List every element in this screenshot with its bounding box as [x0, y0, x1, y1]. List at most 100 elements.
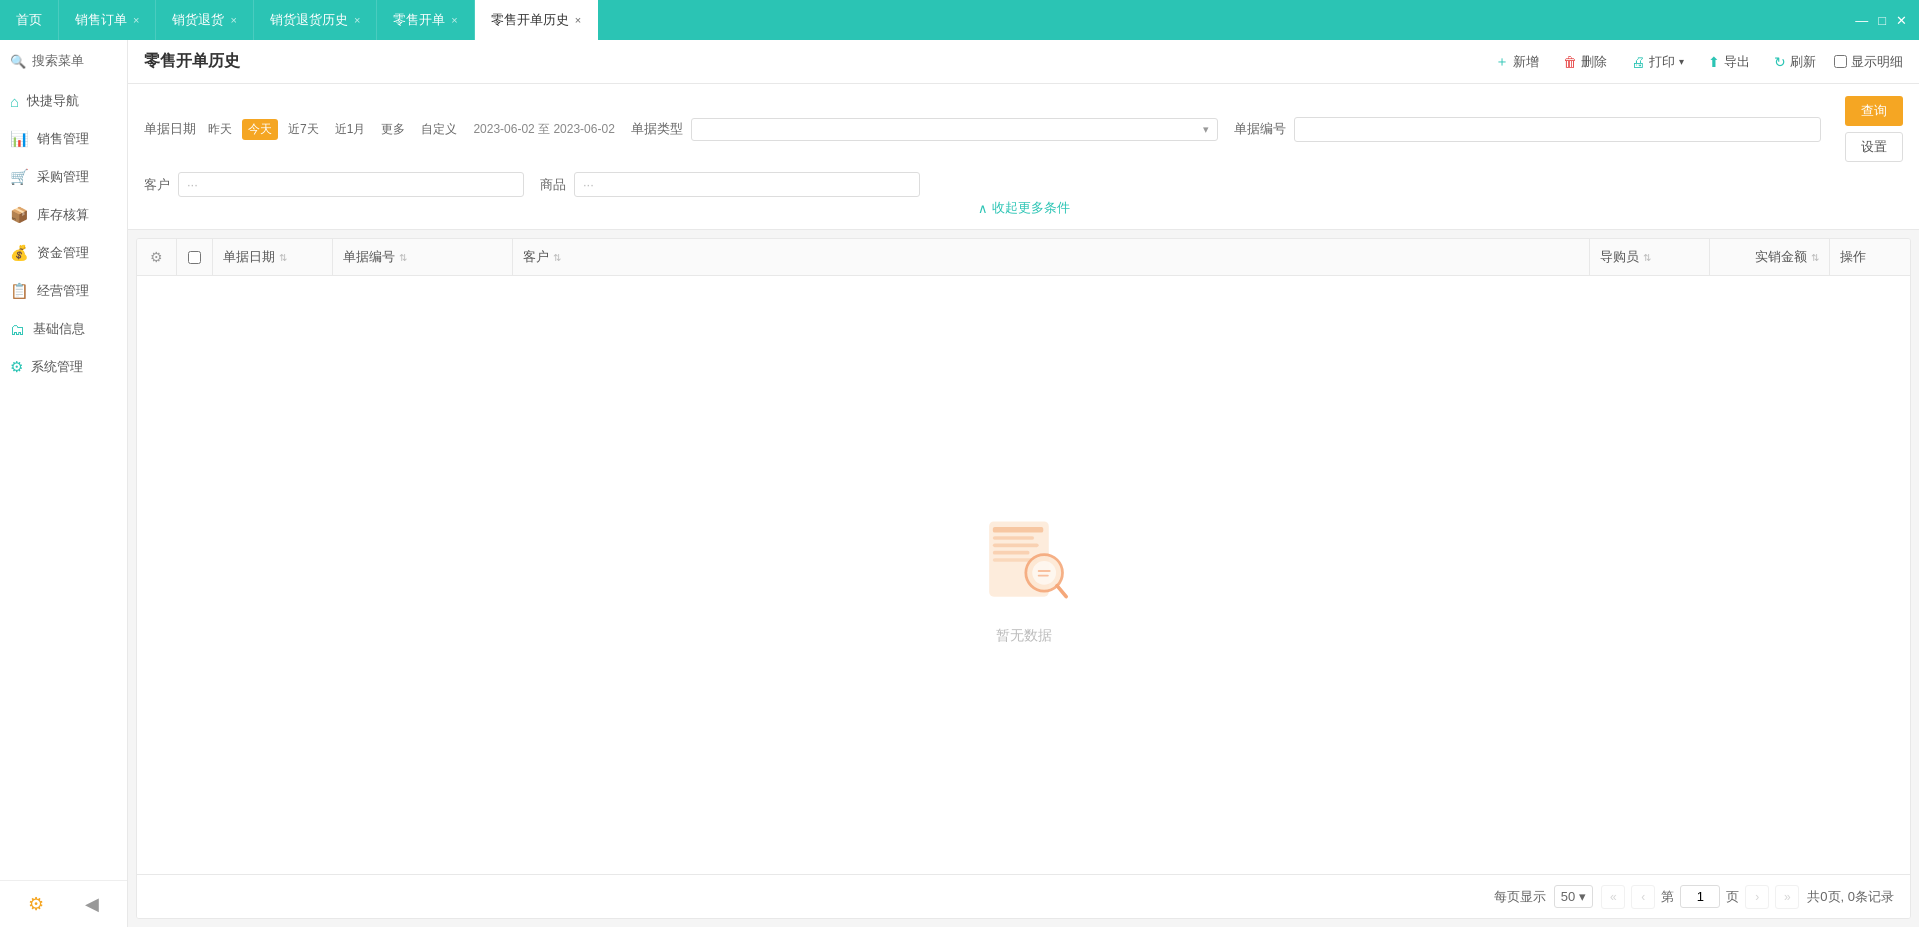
- date-1month[interactable]: 近1月: [329, 119, 372, 140]
- add-icon: ＋: [1495, 53, 1509, 71]
- empty-illustration: [969, 505, 1079, 615]
- customer-label: 客户: [144, 176, 170, 194]
- content-area: 零售开单历史 ＋ 新增 🗑 删除 🖨 打印 ▾ ⬆ 导出: [128, 40, 1919, 927]
- empty-text: 暂无数据: [996, 627, 1052, 645]
- date-yesterday[interactable]: 昨天: [202, 119, 238, 140]
- th-amount-label: 实销金额: [1755, 248, 1807, 266]
- export-button[interactable]: ⬆ 导出: [1702, 49, 1756, 75]
- number-input[interactable]: [1294, 117, 1821, 142]
- close-tab-retail-open[interactable]: ×: [451, 14, 457, 26]
- next-page-btn[interactable]: ›: [1745, 885, 1769, 909]
- window-controls: — □ ✕: [1843, 13, 1919, 28]
- sidebar-item-inventory[interactable]: 📦 库存核算: [0, 196, 127, 234]
- table-select-all[interactable]: [177, 239, 213, 275]
- settings-button[interactable]: 设置: [1845, 132, 1903, 162]
- th-number[interactable]: 单据编号 ⇅: [333, 239, 513, 275]
- sidebar-item-finance[interactable]: 💰 资金管理: [0, 234, 127, 272]
- query-button[interactable]: 查询: [1845, 96, 1903, 126]
- refresh-icon: ↻: [1774, 54, 1786, 70]
- minimize-btn[interactable]: —: [1855, 13, 1868, 28]
- page-nav: « ‹ 第 页 › »: [1601, 885, 1799, 909]
- sidebar-item-label: 销售管理: [37, 130, 89, 148]
- th-customer[interactable]: 客户 ⇅: [513, 239, 1590, 275]
- page-input[interactable]: [1680, 885, 1720, 908]
- prev-page-btn[interactable]: ‹: [1631, 885, 1655, 909]
- table-column-settings[interactable]: ⚙: [137, 239, 177, 275]
- delete-label: 删除: [1581, 53, 1607, 71]
- tab-home[interactable]: 首页: [0, 0, 59, 40]
- type-select[interactable]: ▾: [691, 118, 1218, 141]
- top-tabbar: 首页 销售订单 × 销货退货 × 销货退货历史 × 零售开单 × 零售开单历史 …: [0, 0, 1919, 40]
- close-tab-sales-return-history[interactable]: ×: [354, 14, 360, 26]
- main-layout: 🔍 搜索菜单 ⌂ 快捷导航 📊 销售管理 🛒 采购管理 📦 库存核算 💰 资金管…: [0, 40, 1919, 927]
- sidebar-item-label: 快捷导航: [27, 92, 79, 110]
- tab-retail-open[interactable]: 零售开单 ×: [377, 0, 474, 40]
- filter-row-1: 单据日期 昨天 今天 近7天 近1月 更多 自定义 2023-06-02 至 2…: [144, 96, 1903, 162]
- date-more[interactable]: 更多: [375, 119, 411, 140]
- table-area: ⚙ 单据日期 ⇅ 单据编号 ⇅ 客户 ⇅ 导购员 ⇅: [136, 238, 1911, 919]
- close-btn[interactable]: ✕: [1896, 13, 1907, 28]
- tab-sales-order[interactable]: 销售订单 ×: [59, 0, 156, 40]
- sidebar-item-operation[interactable]: 📋 经营管理: [0, 272, 127, 310]
- tab-retail-open-history[interactable]: 零售开单历史 ×: [475, 0, 598, 40]
- th-date[interactable]: 单据日期 ⇅: [213, 239, 333, 275]
- goods-placeholder: ···: [583, 177, 594, 192]
- close-tab-sales-order[interactable]: ×: [133, 14, 139, 26]
- sort-customer-icon: ⇅: [553, 252, 561, 263]
- sidebar-item-purchase-mgmt[interactable]: 🛒 采购管理: [0, 158, 127, 196]
- maximize-btn[interactable]: □: [1878, 13, 1886, 28]
- date-today[interactable]: 今天: [242, 119, 278, 140]
- print-button[interactable]: 🖨 打印 ▾: [1625, 49, 1690, 75]
- first-page-btn[interactable]: «: [1601, 885, 1625, 909]
- sidebar-item-sys-mgmt[interactable]: ⚙ 系统管理: [0, 348, 127, 386]
- th-guide[interactable]: 导购员 ⇅: [1590, 239, 1710, 275]
- add-button[interactable]: ＋ 新增: [1489, 49, 1545, 75]
- type-label: 单据类型: [631, 120, 683, 138]
- sidebar-item-label: 经营管理: [37, 282, 89, 300]
- th-amount[interactable]: 实销金额 ⇅: [1710, 239, 1830, 275]
- date-7days[interactable]: 近7天: [282, 119, 325, 140]
- refresh-button[interactable]: ↻ 刷新: [1768, 49, 1822, 75]
- date-shortcuts: 昨天 今天 近7天 近1月 更多 自定义: [202, 119, 463, 140]
- goods-select[interactable]: ···: [574, 172, 920, 197]
- sidebar-search[interactable]: 🔍 搜索菜单: [0, 40, 127, 82]
- filter-area: 单据日期 昨天 今天 近7天 近1月 更多 自定义 2023-06-02 至 2…: [128, 84, 1919, 230]
- select-all-checkbox[interactable]: [188, 251, 201, 264]
- print-icon: 🖨: [1631, 54, 1645, 70]
- th-action-label: 操作: [1840, 248, 1866, 266]
- filter-row-2: 客户 ··· 商品 ···: [144, 172, 1903, 197]
- sidebar-settings-icon[interactable]: ⚙: [28, 893, 44, 915]
- collapse-bar[interactable]: ∧ 收起更多条件: [144, 199, 1903, 217]
- tab-sales-return-history[interactable]: 销货退货历史 ×: [254, 0, 377, 40]
- date-custom[interactable]: 自定义: [415, 119, 463, 140]
- page-header: 零售开单历史 ＋ 新增 🗑 删除 🖨 打印 ▾ ⬆ 导出: [128, 40, 1919, 84]
- total-info: 共0页, 0条记录: [1807, 888, 1894, 906]
- filter-number-item: 单据编号: [1234, 117, 1821, 142]
- sidebar-item-quick-nav[interactable]: ⌂ 快捷导航: [0, 82, 127, 120]
- show-detail-toggle[interactable]: 显示明细: [1834, 53, 1903, 71]
- table-header: ⚙ 单据日期 ⇅ 单据编号 ⇅ 客户 ⇅ 导购员 ⇅: [137, 239, 1910, 276]
- last-page-btn[interactable]: »: [1775, 885, 1799, 909]
- page-size-select[interactable]: 50 ▾: [1554, 885, 1593, 908]
- delete-button[interactable]: 🗑 删除: [1557, 49, 1613, 75]
- show-detail-checkbox[interactable]: [1834, 55, 1847, 68]
- svg-line-8: [1057, 586, 1066, 597]
- date-label: 单据日期: [144, 120, 196, 138]
- date-range: 2023-06-02 至 2023-06-02: [473, 121, 614, 138]
- customer-select[interactable]: ···: [178, 172, 524, 197]
- sidebar-bottom: ⚙ ◀: [0, 880, 127, 927]
- sidebar-item-sales-mgmt[interactable]: 📊 销售管理: [0, 120, 127, 158]
- tab-sales-return[interactable]: 销货退货 ×: [156, 0, 253, 40]
- sidebar-collapse-icon[interactable]: ◀: [85, 893, 99, 915]
- svg-rect-1: [992, 527, 1042, 533]
- export-icon: ⬆: [1708, 54, 1720, 70]
- sidebar-item-basic-info[interactable]: 🗂 基础信息: [0, 310, 127, 348]
- close-tab-retail-open-history[interactable]: ×: [575, 14, 581, 26]
- close-tab-sales-return[interactable]: ×: [230, 14, 236, 26]
- empty-state: 暂无数据: [137, 276, 1910, 874]
- inventory-icon: 📦: [10, 206, 29, 224]
- filter-date-item: 单据日期 昨天 今天 近7天 近1月 更多 自定义 2023-06-02 至 2…: [144, 119, 615, 140]
- add-label: 新增: [1513, 53, 1539, 71]
- sidebar-item-label: 库存核算: [37, 206, 89, 224]
- page-size-arrow: ▾: [1579, 889, 1586, 904]
